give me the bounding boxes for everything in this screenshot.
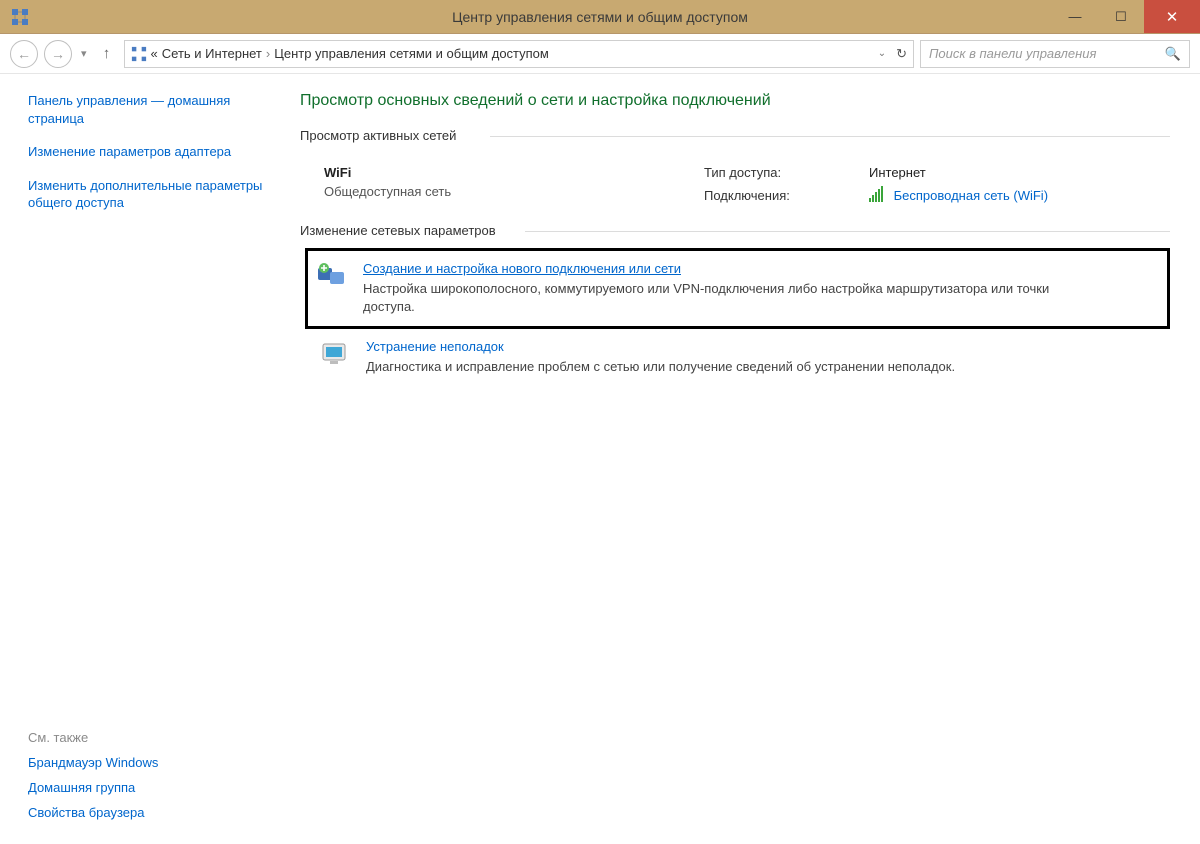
option-new-connection[interactable]: Создание и настройка нового подключения … bbox=[305, 248, 1170, 329]
see-also-browser-properties[interactable]: Свойства браузера bbox=[28, 805, 264, 820]
breadcrumb-separator: › bbox=[266, 46, 270, 61]
new-connection-icon bbox=[315, 261, 349, 291]
network-name: WiFi bbox=[324, 165, 704, 180]
titlebar: Центр управления сетями и общим доступом… bbox=[0, 0, 1200, 34]
wifi-signal-icon bbox=[869, 188, 885, 202]
see-also-section: См. также Брандмауэр Windows Домашняя гр… bbox=[28, 730, 264, 830]
troubleshoot-icon bbox=[318, 339, 352, 369]
see-also-homegroup[interactable]: Домашняя группа bbox=[28, 780, 264, 795]
minimize-button[interactable]: — bbox=[1052, 0, 1098, 33]
see-also-header: См. также bbox=[28, 730, 264, 745]
address-row: ← → ▾ ↑ « Сеть и Интернет › Центр управл… bbox=[0, 34, 1200, 74]
breadcrumb-level1[interactable]: Сеть и Интернет bbox=[162, 46, 262, 61]
location-icon bbox=[131, 46, 147, 62]
nav-up-button[interactable]: ↑ bbox=[96, 43, 118, 65]
access-type-value: Интернет bbox=[869, 165, 1048, 180]
connections-label: Подключения: bbox=[704, 188, 869, 203]
nav-back-button[interactable]: ← bbox=[10, 40, 38, 68]
sidebar-link-adapter-settings[interactable]: Изменение параметров адаптера bbox=[28, 143, 264, 161]
close-button[interactable]: ✕ bbox=[1144, 0, 1200, 33]
search-placeholder: Поиск в панели управления bbox=[929, 46, 1096, 61]
access-type-label: Тип доступа: bbox=[704, 165, 869, 180]
option-troubleshoot-desc: Диагностика и исправление проблем с сеть… bbox=[366, 358, 955, 376]
search-icon: 🔍 bbox=[1165, 46, 1181, 62]
main-content: Просмотр основных сведений о сети и наст… bbox=[280, 74, 1200, 844]
sidebar-link-home[interactable]: Панель управления — домашняя страница bbox=[28, 92, 264, 127]
app-icon bbox=[10, 7, 30, 27]
breadcrumb-prefix: « bbox=[151, 46, 158, 61]
sidebar: Панель управления — домашняя страница Из… bbox=[0, 74, 280, 844]
change-settings-label: Изменение сетевых параметров bbox=[300, 223, 1170, 238]
breadcrumb-level2[interactable]: Центр управления сетями и общим доступом bbox=[274, 46, 549, 61]
window-title: Центр управления сетями и общим доступом bbox=[0, 9, 1200, 25]
option-troubleshoot[interactable]: Устранение неполадок Диагностика и испра… bbox=[308, 329, 1170, 386]
network-type: Общедоступная сеть bbox=[324, 184, 704, 199]
nav-forward-button[interactable]: → bbox=[44, 40, 72, 68]
active-networks-label: Просмотр активных сетей bbox=[300, 128, 1170, 143]
connection-link[interactable]: Беспроводная сеть (WiFi) bbox=[894, 188, 1048, 203]
option-new-connection-title[interactable]: Создание и настройка нового подключения … bbox=[363, 261, 681, 276]
active-network-block: WiFi Общедоступная сеть Тип доступа: Инт… bbox=[300, 153, 1170, 219]
option-new-connection-desc: Настройка широкополосного, коммутируемог… bbox=[363, 280, 1063, 316]
nav-history-dropdown[interactable]: ▾ bbox=[78, 47, 90, 60]
address-bar[interactable]: « Сеть и Интернет › Центр управления сет… bbox=[124, 40, 914, 68]
address-dropdown-icon[interactable]: ⌄ bbox=[878, 48, 886, 59]
page-heading: Просмотр основных сведений о сети и наст… bbox=[300, 92, 1170, 110]
option-troubleshoot-title[interactable]: Устранение неполадок bbox=[366, 339, 504, 354]
sidebar-link-advanced-sharing[interactable]: Изменить дополнительные параметры общего… bbox=[28, 177, 264, 212]
see-also-firewall[interactable]: Брандмауэр Windows bbox=[28, 755, 264, 770]
refresh-button[interactable]: ↻ bbox=[896, 46, 907, 62]
maximize-button[interactable]: ☐ bbox=[1098, 0, 1144, 33]
search-box[interactable]: Поиск в панели управления 🔍 bbox=[920, 40, 1190, 68]
